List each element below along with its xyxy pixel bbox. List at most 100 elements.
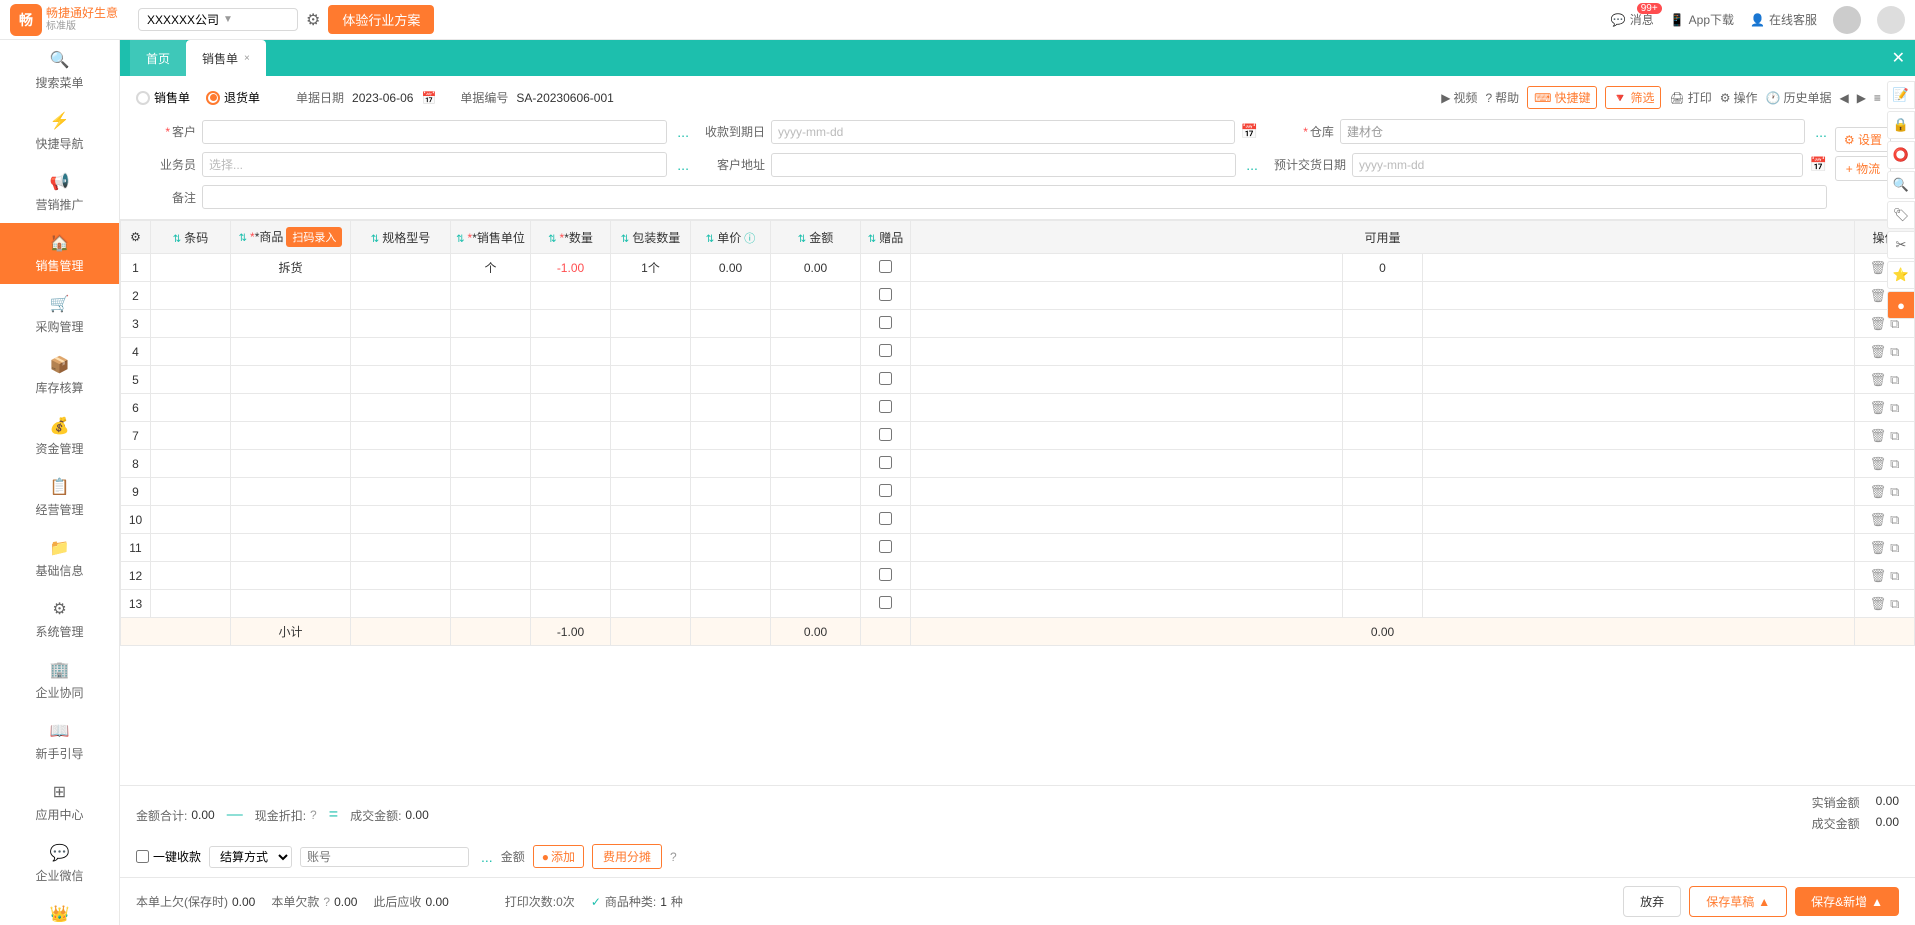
cell-qty[interactable]: [531, 338, 611, 366]
cell-gift[interactable]: [861, 254, 911, 282]
delete-icon[interactable]: 🗑: [1870, 512, 1887, 528]
cell-pkgqty[interactable]: [611, 338, 691, 366]
sort-icon[interactable]: ⇅: [173, 234, 181, 245]
cell-product[interactable]: [231, 282, 351, 310]
cell-qty[interactable]: [531, 422, 611, 450]
gift-checkbox[interactable]: [879, 372, 892, 385]
delete-icon[interactable]: 🗑: [1870, 260, 1887, 276]
debit-info-icon[interactable]: ?: [323, 895, 330, 909]
sidebar-item-inventory[interactable]: 📦 库存核算: [0, 345, 119, 406]
one-click-payment-checkbox[interactable]: 一键收款: [136, 848, 201, 865]
right-float-lock[interactable]: 🔒: [1887, 111, 1915, 139]
sidebar-item-wechat[interactable]: 💬 企业微信: [0, 833, 119, 894]
cell-gift[interactable]: [861, 450, 911, 478]
cell-price[interactable]: 0.00: [691, 254, 771, 282]
tab-sales-order[interactable]: 销售单 ×: [186, 40, 266, 76]
cell-unit[interactable]: [451, 534, 531, 562]
sidebar-item-member[interactable]: 👑 畅会员: [0, 894, 119, 925]
cell-amount[interactable]: [771, 338, 861, 366]
cell-pkgqty[interactable]: [611, 310, 691, 338]
cell-pkgqty[interactable]: [611, 422, 691, 450]
cell-product[interactable]: [231, 450, 351, 478]
gift-checkbox[interactable]: [879, 288, 892, 301]
cell-barcode[interactable]: [151, 478, 231, 506]
gift-checkbox[interactable]: [879, 344, 892, 357]
sidebar-item-apps[interactable]: ⊞ 应用中心: [0, 772, 119, 833]
product-kind-stat[interactable]: ✓ 商品种类: 1 种: [591, 893, 683, 910]
right-float-scissors[interactable]: ✂: [1887, 231, 1915, 259]
cell-gift[interactable]: [861, 562, 911, 590]
cell-amount[interactable]: [771, 478, 861, 506]
print-btn[interactable]: 🖨 打印: [1669, 89, 1711, 106]
copy-icon[interactable]: ⧉: [1890, 484, 1899, 500]
account-dots[interactable]: ...: [481, 849, 493, 865]
cell-price[interactable]: [691, 506, 771, 534]
copy-icon[interactable]: ⧉: [1890, 456, 1899, 472]
sidebar-item-guide[interactable]: 📖 新手引导: [0, 711, 119, 772]
draft-btn[interactable]: 保存草稿 ▲: [1689, 886, 1787, 917]
cell-gift[interactable]: [861, 506, 911, 534]
account-input[interactable]: [300, 847, 469, 867]
delete-icon[interactable]: 🗑: [1870, 316, 1887, 332]
customer-addr-dots[interactable]: ...: [1246, 157, 1258, 173]
copy-icon[interactable]: ⧉: [1890, 596, 1899, 612]
delete-icon[interactable]: 🗑: [1870, 344, 1887, 360]
cell-barcode[interactable]: [151, 254, 231, 282]
gift-checkbox[interactable]: [879, 596, 892, 609]
gift-checkbox[interactable]: [879, 260, 892, 273]
copy-icon[interactable]: ⧉: [1890, 344, 1899, 360]
filter-btn[interactable]: 🔻 筛选: [1605, 86, 1661, 109]
gift-checkbox[interactable]: [879, 456, 892, 469]
cell-pkgqty[interactable]: [611, 282, 691, 310]
cell-spec[interactable]: [351, 366, 451, 394]
cell-pkgqty[interactable]: [611, 478, 691, 506]
shortcut-btn[interactable]: ⌨ 快捷键: [1527, 86, 1597, 109]
cell-price[interactable]: [691, 310, 771, 338]
sidebar-item-purchase[interactable]: 🛒 采购管理: [0, 284, 119, 345]
cell-price[interactable]: [691, 422, 771, 450]
sidebar-item-sales[interactable]: 🏠 销售管理: [0, 223, 119, 284]
experience-btn[interactable]: 体验行业方案: [328, 5, 434, 34]
cell-unit[interactable]: [451, 338, 531, 366]
cell-unit[interactable]: [451, 282, 531, 310]
online-service-btn[interactable]: 👤 在线客服: [1750, 11, 1817, 28]
cell-barcode[interactable]: [151, 590, 231, 618]
cell-unit[interactable]: [451, 310, 531, 338]
cell-unit[interactable]: [451, 478, 531, 506]
cell-product[interactable]: 拆货: [231, 254, 351, 282]
cell-barcode[interactable]: [151, 422, 231, 450]
sidebar-item-finance[interactable]: 💰 资金管理: [0, 406, 119, 467]
delete-icon[interactable]: 🗑: [1870, 596, 1887, 612]
discount-info-icon[interactable]: ?: [310, 808, 317, 822]
operation-btn[interactable]: ⚙ 操作: [1720, 89, 1758, 106]
delete-icon[interactable]: 🗑: [1870, 288, 1887, 304]
cell-pkgqty[interactable]: [611, 562, 691, 590]
cell-barcode[interactable]: [151, 394, 231, 422]
cell-spec[interactable]: [351, 254, 451, 282]
cell-pkgqty[interactable]: [611, 366, 691, 394]
cell-qty[interactable]: [531, 394, 611, 422]
cell-amount[interactable]: [771, 394, 861, 422]
th-settings[interactable]: ⚙: [121, 221, 151, 254]
delete-icon[interactable]: 🗑: [1870, 540, 1887, 556]
cell-price[interactable]: [691, 590, 771, 618]
cell-amount[interactable]: [771, 422, 861, 450]
gift-checkbox[interactable]: [879, 428, 892, 441]
save-new-btn[interactable]: 保存&新增 ▲: [1795, 887, 1899, 916]
prev-icon[interactable]: ◀: [1839, 91, 1848, 105]
cell-price[interactable]: [691, 562, 771, 590]
copy-icon[interactable]: ⧉: [1890, 400, 1899, 416]
cell-qty[interactable]: -1.00: [531, 254, 611, 282]
cell-qty[interactable]: [531, 310, 611, 338]
sort-icon6[interactable]: ⇅: [621, 234, 629, 245]
cell-amount[interactable]: [771, 506, 861, 534]
cell-spec[interactable]: [351, 506, 451, 534]
cell-product[interactable]: [231, 590, 351, 618]
right-float-tag[interactable]: 🏷: [1887, 201, 1915, 229]
sort-icon4[interactable]: ⇅: [456, 234, 464, 245]
gift-checkbox[interactable]: [879, 568, 892, 581]
delete-icon[interactable]: 🗑: [1870, 400, 1887, 416]
cell-amount[interactable]: [771, 366, 861, 394]
cell-qty[interactable]: [531, 562, 611, 590]
sidebar-item-system[interactable]: ⚙ 系统管理: [0, 589, 119, 650]
